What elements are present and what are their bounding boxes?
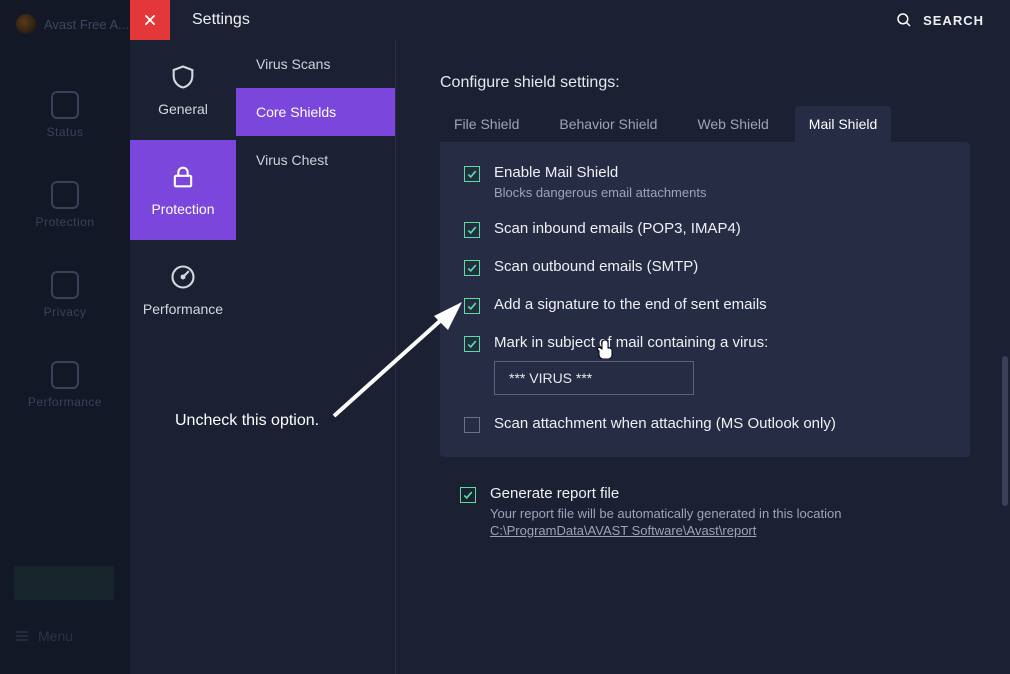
main-panel: Configure shield settings: File Shield B… bbox=[396, 40, 1010, 674]
page-title: Settings bbox=[192, 11, 250, 29]
category-label: General bbox=[158, 101, 208, 117]
tab-file-shield[interactable]: File Shield bbox=[440, 106, 533, 142]
rail-item-protection[interactable]: Protection bbox=[0, 160, 130, 250]
search-icon bbox=[895, 11, 913, 29]
report-label: Generate report file bbox=[490, 485, 970, 502]
tab-web-shield[interactable]: Web Shield bbox=[683, 106, 782, 142]
category-protection[interactable]: Protection bbox=[130, 140, 236, 240]
shield-tabs: File Shield Behavior Shield Web Shield M… bbox=[440, 106, 970, 142]
checkmark-icon bbox=[467, 301, 477, 311]
brand: Avast Free A... bbox=[16, 14, 129, 34]
rail-item-performance[interactable]: Performance bbox=[0, 340, 130, 430]
shield-icon bbox=[169, 63, 197, 91]
gauge-icon bbox=[169, 263, 197, 291]
checkbox-generate-report[interactable] bbox=[460, 487, 476, 503]
checkbox-add-signature[interactable] bbox=[464, 298, 480, 314]
checkmark-icon bbox=[467, 263, 477, 273]
option-label: Scan attachment when attaching (MS Outlo… bbox=[494, 415, 946, 432]
icon-rail: Avast Free A... Status Protection Privac… bbox=[0, 0, 130, 674]
close-button[interactable] bbox=[130, 0, 170, 40]
checkbox-enable-mail-shield[interactable] bbox=[464, 166, 480, 182]
search-label: SEARCH bbox=[923, 13, 984, 28]
rail-item-status[interactable]: Status bbox=[0, 70, 130, 160]
option-enable-mail-shield: Enable Mail Shield Blocks dangerous emai… bbox=[464, 164, 946, 200]
option-label: Scan inbound emails (POP3, IMAP4) bbox=[494, 220, 946, 237]
option-label: Scan outbound emails (SMTP) bbox=[494, 258, 946, 275]
brand-logo-icon bbox=[16, 14, 36, 34]
rail-footer-label: Menu bbox=[38, 628, 73, 644]
privacy-icon bbox=[51, 271, 79, 299]
option-scan-outbound: Scan outbound emails (SMTP) bbox=[464, 258, 946, 276]
option-label: Add a signature to the end of sent email… bbox=[494, 296, 946, 313]
option-mark-subject: Mark in subject of mail containing a vir… bbox=[464, 334, 946, 395]
option-scan-inbound: Scan inbound emails (POP3, IMAP4) bbox=[464, 220, 946, 238]
lock-icon bbox=[51, 181, 79, 209]
option-label: Enable Mail Shield bbox=[494, 164, 946, 181]
brand-name: Avast Free A... bbox=[44, 17, 129, 32]
submenu-core-shields[interactable]: Core Shields bbox=[236, 88, 395, 136]
scrollbar-thumb[interactable] bbox=[1002, 356, 1008, 506]
checkbox-outlook-scan[interactable] bbox=[464, 417, 480, 433]
virus-subject-input[interactable] bbox=[494, 361, 694, 395]
lock-icon bbox=[169, 163, 197, 191]
option-outlook-scan: Scan attachment when attaching (MS Outlo… bbox=[464, 415, 946, 433]
category-label: Protection bbox=[151, 201, 214, 217]
checkmark-icon bbox=[467, 225, 477, 235]
gauge-icon bbox=[51, 361, 79, 389]
checkbox-mark-subject[interactable] bbox=[464, 336, 480, 352]
category-general[interactable]: General bbox=[130, 40, 236, 140]
rail-action-button[interactable] bbox=[14, 566, 114, 600]
checkbox-scan-outbound[interactable] bbox=[464, 260, 480, 276]
monitor-icon bbox=[51, 91, 79, 119]
report-desc: Your report file will be automatically g… bbox=[490, 506, 970, 521]
panel-heading: Configure shield settings: bbox=[440, 74, 970, 92]
rail-label: Protection bbox=[35, 215, 94, 229]
checkmark-icon bbox=[463, 490, 473, 500]
close-icon bbox=[143, 13, 157, 27]
rail-footer[interactable]: Menu bbox=[14, 622, 114, 650]
checkbox-scan-inbound[interactable] bbox=[464, 222, 480, 238]
tab-body-mail-shield: Enable Mail Shield Blocks dangerous emai… bbox=[440, 142, 970, 457]
report-path-link[interactable]: C:\ProgramData\AVAST Software\Avast\repo… bbox=[490, 523, 970, 538]
menu-icon bbox=[14, 628, 30, 644]
category-performance[interactable]: Performance bbox=[130, 240, 236, 340]
rail-label: Performance bbox=[28, 395, 102, 409]
submenu-virus-scans[interactable]: Virus Scans bbox=[236, 40, 395, 88]
rail-label: Status bbox=[46, 125, 83, 139]
rail-item-privacy[interactable]: Privacy bbox=[0, 250, 130, 340]
checkmark-icon bbox=[467, 169, 477, 179]
category-label: Performance bbox=[143, 301, 223, 317]
search-button[interactable]: SEARCH bbox=[895, 11, 984, 29]
submenu-virus-chest[interactable]: Virus Chest bbox=[236, 136, 395, 184]
category-column: General Protection Performance bbox=[130, 40, 236, 674]
report-block: Generate report file Your report file wi… bbox=[440, 485, 970, 538]
tab-behavior-shield[interactable]: Behavior Shield bbox=[545, 106, 671, 142]
option-label: Mark in subject of mail containing a vir… bbox=[494, 334, 946, 351]
tab-mail-shield[interactable]: Mail Shield bbox=[795, 106, 891, 142]
rail-label: Privacy bbox=[44, 305, 87, 319]
topbar: Settings SEARCH bbox=[130, 0, 1010, 40]
submenu-column: Virus Scans Core Shields Virus Chest bbox=[236, 40, 396, 674]
option-add-signature: Add a signature to the end of sent email… bbox=[464, 296, 946, 314]
option-desc: Blocks dangerous email attachments bbox=[494, 185, 946, 200]
checkmark-icon bbox=[467, 339, 477, 349]
